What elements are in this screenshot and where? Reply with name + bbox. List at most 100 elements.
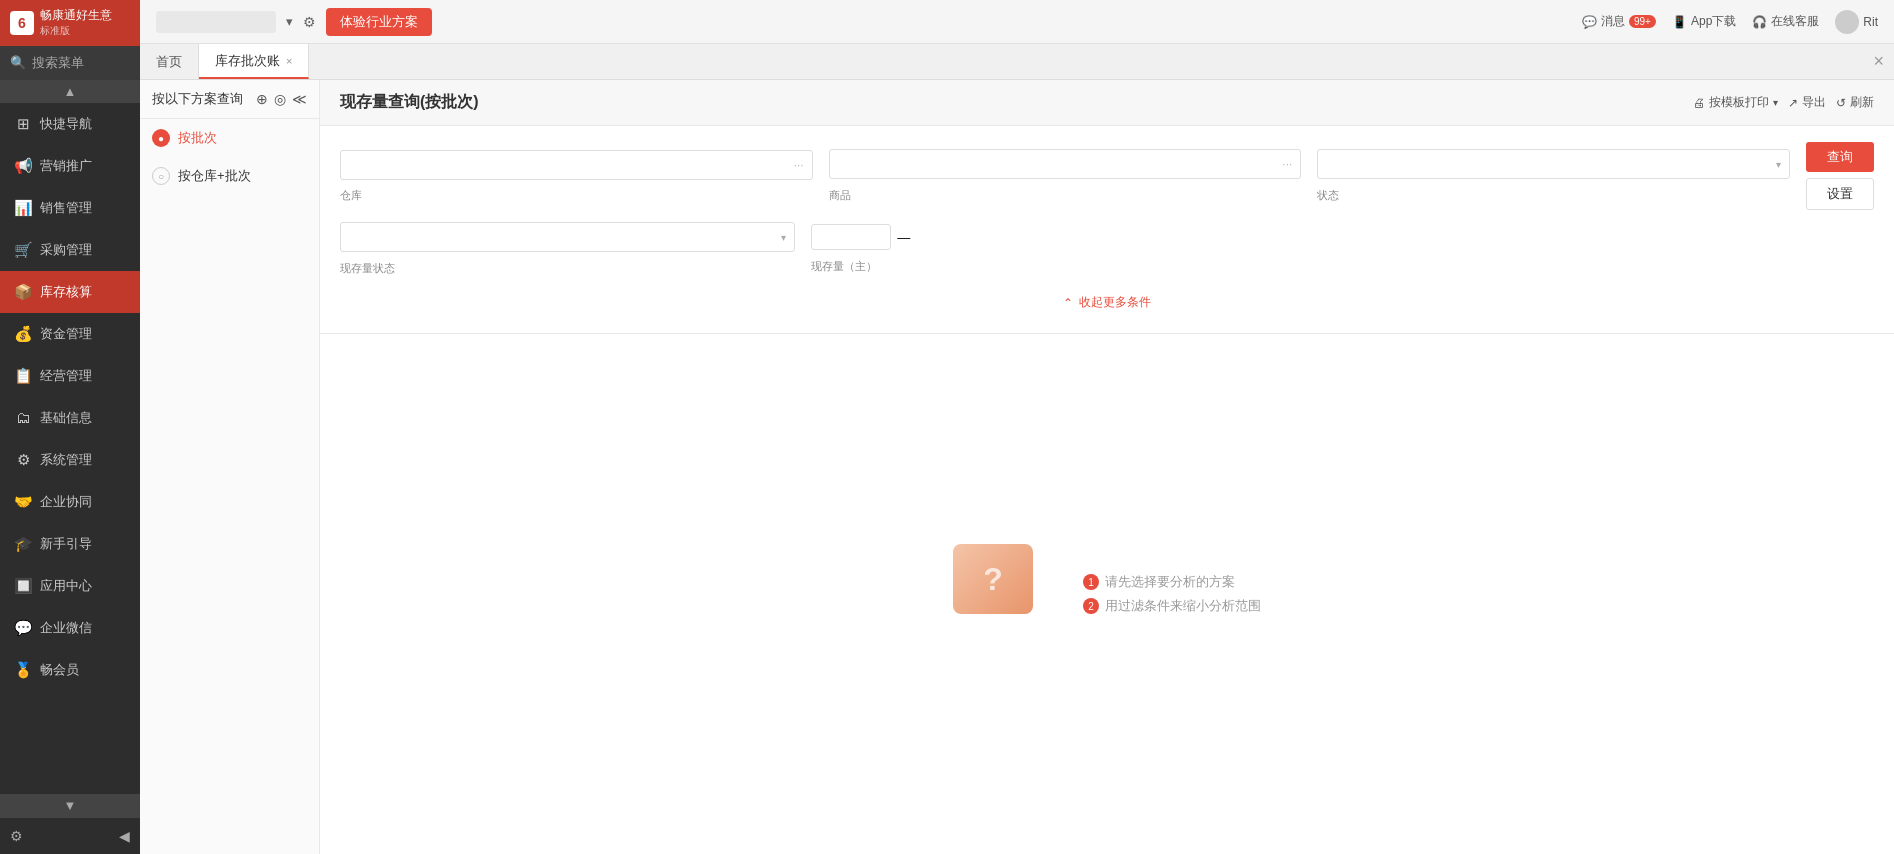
topbar-left: ▾ ⚙ 体验行业方案 xyxy=(156,8,432,36)
collapse-label: 收起更多条件 xyxy=(1079,294,1151,311)
sidebar-item-label: 采购管理 xyxy=(40,241,92,259)
apps-icon: 🔲 xyxy=(14,577,32,595)
tab-close-btn[interactable]: × xyxy=(286,55,292,67)
content-area: 按以下方案查询 ⊕ ◎ ≪ ● 按批次 ○ 按仓库+批次 现存量查询 xyxy=(140,80,1894,854)
print-btn[interactable]: 🖨 按模板打印 ▾ xyxy=(1693,94,1778,111)
empty-hint-2: 2 用过滤条件来缩小分析范围 xyxy=(1083,597,1261,615)
experience-btn[interactable]: 体验行业方案 xyxy=(326,8,432,36)
avatar xyxy=(1835,10,1859,34)
sidebar-item-inventory[interactable]: 📦 库存核算 xyxy=(0,271,140,313)
goods-input-wrap[interactable]: ··· xyxy=(829,149,1302,179)
sales-icon: 📊 xyxy=(14,199,32,217)
warehouse-label: 仓库 xyxy=(340,188,362,203)
warehouse-input-wrap[interactable]: ··· xyxy=(340,150,813,180)
scheme-icon-active: ● xyxy=(152,129,170,147)
online-service-btn[interactable]: 🎧 在线客服 xyxy=(1752,13,1819,30)
inventory-qty-field: — 现存量（主） xyxy=(811,224,1266,274)
sidebar-item-member[interactable]: 🏅 畅会员 xyxy=(0,649,140,691)
goods-input[interactable] xyxy=(838,157,1283,171)
sidebar-header: 6 畅康通好生意 标准版 xyxy=(0,0,140,46)
empty-state: 1 请先选择要分析的方案 2 用过滤条件来缩小分析范围 xyxy=(320,334,1894,854)
sidebar-item-label: 新手引导 xyxy=(40,535,92,553)
sidebar-item-apps[interactable]: 🔲 应用中心 xyxy=(0,565,140,607)
topbar-search-input[interactable] xyxy=(156,11,276,33)
sidebar-item-basic[interactable]: 🗂 基础信息 xyxy=(0,397,140,439)
tab-home[interactable]: 首页 xyxy=(140,44,199,79)
sidebar-item-label: 营销推广 xyxy=(40,157,92,175)
status-select-wrap[interactable]: 全部 正常 停用 ▾ xyxy=(1317,149,1790,179)
scheme-item-warehouse-batch[interactable]: ○ 按仓库+批次 xyxy=(140,157,319,195)
sidebar-item-system[interactable]: ⚙ 系统管理 xyxy=(0,439,140,481)
inventory-icon: 📦 xyxy=(14,283,32,301)
inventory-qty-label: 现存量（主） xyxy=(811,260,877,272)
inventory-status-select[interactable]: 全部 xyxy=(349,230,781,244)
sidebar-item-marketing[interactable]: 📢 营销推广 xyxy=(0,145,140,187)
scheme-settings-btn[interactable]: ◎ xyxy=(274,91,286,107)
sidebar-search[interactable]: 🔍 搜索菜单 xyxy=(0,46,140,80)
collapse-filter-btn[interactable]: ≪ xyxy=(292,91,307,107)
scheme-label-batch: 按批次 xyxy=(178,129,217,147)
scheme-item-batch[interactable]: ● 按批次 xyxy=(140,119,319,157)
empty-hint-1: 1 请先选择要分析的方案 xyxy=(1083,573,1261,591)
sidebar-nav: ⊞ 快捷导航 📢 营销推广 📊 销售管理 🛒 采购管理 📦 库存核算 💰 资金管… xyxy=(0,103,140,794)
sidebar-item-enterprise[interactable]: 🤝 企业协同 xyxy=(0,481,140,523)
messages-badge: 99+ xyxy=(1629,15,1656,28)
main-area: ▾ ⚙ 体验行业方案 💬 消息 99+ 📱 App下载 🎧 在线客服 Rit xyxy=(140,0,1894,854)
filter-panel-title: 按以下方案查询 xyxy=(152,90,243,108)
sidebar-item-sales[interactable]: 📊 销售管理 xyxy=(0,187,140,229)
app-download-btn[interactable]: 📱 App下载 xyxy=(1672,13,1736,30)
tab-inventory-batch[interactable]: 库存批次账 × xyxy=(199,44,309,79)
sidebar-item-purchase[interactable]: 🛒 采购管理 xyxy=(0,229,140,271)
scroll-up-btn[interactable]: ▲ xyxy=(0,80,140,103)
collapse-btn[interactable]: ⌃ 收起更多条件 xyxy=(340,288,1874,317)
purchase-icon: 🛒 xyxy=(14,241,32,259)
collapse-icon: ⌃ xyxy=(1063,296,1073,310)
messages-btn[interactable]: 💬 消息 99+ xyxy=(1582,13,1656,30)
goods-dots[interactable]: ··· xyxy=(1282,157,1292,171)
status-select[interactable]: 全部 正常 停用 xyxy=(1326,157,1776,171)
sidebar-item-label: 企业协同 xyxy=(40,493,92,511)
topbar-gear-icon[interactable]: ⚙ xyxy=(303,14,316,30)
empty-box-visual xyxy=(953,544,1033,614)
sidebar-item-label: 库存核算 xyxy=(40,283,92,301)
warehouse-dots[interactable]: ··· xyxy=(794,158,804,172)
inventory-status-wrap[interactable]: 全部 ▾ xyxy=(340,222,795,252)
topbar-right: 💬 消息 99+ 📱 App下载 🎧 在线客服 Rit xyxy=(1582,10,1878,34)
chevron-down-status-icon: ▾ xyxy=(1776,159,1781,170)
sidebar: 6 畅康通好生意 标准版 🔍 搜索菜单 ▲ ⊞ 快捷导航 📢 营销推广 📊 销售… xyxy=(0,0,140,854)
warehouse-input[interactable] xyxy=(349,158,794,172)
scroll-down-btn[interactable]: ▼ xyxy=(0,794,140,817)
set-button[interactable]: 设置 xyxy=(1806,178,1874,210)
warehouse-field: ··· 仓库 xyxy=(340,150,813,203)
sidebar-item-wechat[interactable]: 💬 企业微信 xyxy=(0,607,140,649)
tab-inventory-batch-label: 库存批次账 xyxy=(215,52,280,70)
collapse-sidebar-btn[interactable]: ◀ xyxy=(119,828,130,844)
headset-icon: 🎧 xyxy=(1752,15,1767,29)
close-panel-btn[interactable]: × xyxy=(1863,44,1894,79)
form-row-2: 全部 ▾ 现存量状态 — xyxy=(340,222,1874,276)
user-avatar-btn[interactable]: Rit xyxy=(1835,10,1878,34)
page-title-bar: 现存量查询(按批次) 🖨 按模板打印 ▾ ↗ 导出 ↺ xyxy=(320,80,1894,126)
right-panel-wrapper: 现存量查询(按批次) 🖨 按模板打印 ▾ ↗ 导出 ↺ xyxy=(320,80,1894,854)
finance-icon: 💰 xyxy=(14,325,32,343)
refresh-btn[interactable]: ↺ 刷新 xyxy=(1836,94,1874,111)
shortcut-icon: ⊞ xyxy=(14,115,32,133)
sidebar-logo: 6 xyxy=(10,11,34,35)
sidebar-item-shortcut[interactable]: ⊞ 快捷导航 xyxy=(0,103,140,145)
inventory-qty-min[interactable] xyxy=(811,224,891,250)
query-button[interactable]: 查询 xyxy=(1806,142,1874,172)
chevron-down-inv-icon: ▾ xyxy=(781,232,786,243)
sidebar-item-operations[interactable]: 📋 经营管理 xyxy=(0,355,140,397)
export-btn[interactable]: ↗ 导出 xyxy=(1788,94,1826,111)
sidebar-footer: ⚙ ◀ xyxy=(0,817,140,854)
sidebar-item-newbie[interactable]: 🎓 新手引导 xyxy=(0,523,140,565)
sidebar-item-finance[interactable]: 💰 资金管理 xyxy=(0,313,140,355)
topbar-dropdown-icon[interactable]: ▾ xyxy=(286,14,293,29)
sidebar-item-label: 基础信息 xyxy=(40,409,92,427)
add-scheme-btn[interactable]: ⊕ xyxy=(256,91,268,107)
settings-footer-btn[interactable]: ⚙ xyxy=(10,828,23,844)
marketing-icon: 📢 xyxy=(14,157,32,175)
form-row-1: ··· 仓库 ··· xyxy=(340,142,1874,210)
version-label: 标准版 xyxy=(40,24,112,38)
status-label: 状态 xyxy=(1317,189,1339,201)
